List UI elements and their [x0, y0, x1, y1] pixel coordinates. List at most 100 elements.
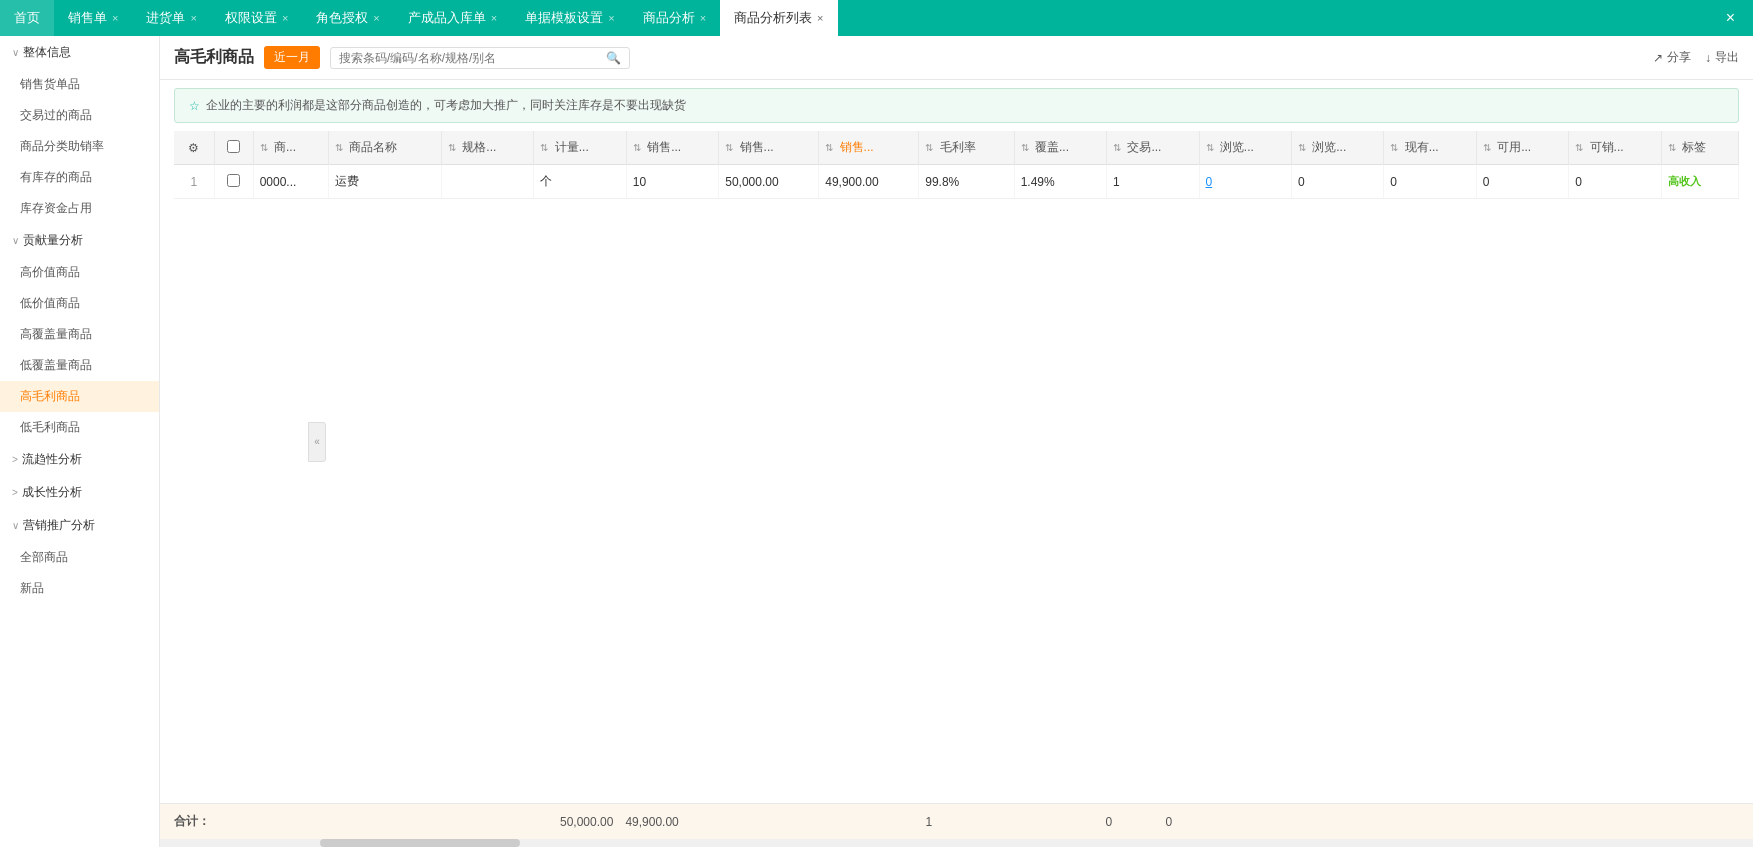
sort-icon-14: ⇅	[1483, 142, 1491, 153]
table-row: 1 0000... 运费	[174, 165, 1739, 199]
nav-purchase[interactable]: 进货单 ×	[132, 0, 210, 36]
sidebar-item-sales-goods[interactable]: 销售货单品	[0, 69, 159, 100]
col-transactions[interactable]: ⇅ 交易...	[1107, 131, 1199, 165]
sidebar-item-traded-goods[interactable]: 交易过的商品	[0, 100, 159, 131]
row-name: 运费	[328, 165, 441, 199]
sidebar-item-high-margin[interactable]: 高毛利商品	[0, 381, 159, 412]
table-header-row: ⚙ ⇅ 商... ⇅ 商品名称	[174, 131, 1739, 165]
sort-icon-8: ⇅	[925, 142, 933, 153]
col-current[interactable]: ⇅ 现有...	[1384, 131, 1476, 165]
close-all-tabs[interactable]: ×	[1718, 9, 1743, 27]
footer-cell-6: 50,000.00	[554, 815, 619, 829]
col-sales1[interactable]: ⇅ 销售...	[626, 131, 718, 165]
row-checkbox[interactable]	[227, 174, 240, 187]
sort-icon-10: ⇅	[1113, 142, 1121, 153]
header-actions: ↗ 分享 ↓ 导出	[1653, 49, 1739, 66]
export-button[interactable]: ↓ 导出	[1705, 49, 1739, 66]
sidebar-group-trend[interactable]: > 流趋性分析	[0, 443, 159, 476]
col-gross[interactable]: ⇅ 毛利率	[919, 131, 1014, 165]
sidebar-item-high-coverage[interactable]: 高覆盖量商品	[0, 319, 159, 350]
row-checkbox-cell[interactable]	[214, 165, 253, 199]
export-icon: ↓	[1705, 51, 1711, 65]
row-unit: 个	[534, 165, 626, 199]
row-sales1: 10	[626, 165, 718, 199]
col-tag[interactable]: ⇅ 标签	[1661, 131, 1738, 165]
close-analysis-tab[interactable]: ×	[700, 12, 706, 24]
content-area: « 高毛利商品 近一月 🔍 ↗ 分享 ↓ 导出 ☆	[160, 36, 1753, 847]
main-layout: ∨ 整体信息 销售货单品 交易过的商品 商品分类助销率 有库存的商品 库存资金占…	[0, 36, 1753, 847]
horizontal-scrollbar[interactable]	[160, 839, 1753, 847]
sidebar-item-high-value[interactable]: 高价值商品	[0, 257, 159, 288]
col-checkbox[interactable]	[214, 131, 253, 165]
footer-cell-11: 1	[919, 815, 979, 829]
col-spec[interactable]: ⇅ 规格...	[442, 131, 534, 165]
col-settings[interactable]: ⚙	[174, 131, 214, 165]
sort-icon-9: ⇅	[1021, 142, 1029, 153]
nav-permissions[interactable]: 权限设置 ×	[211, 0, 302, 36]
col-sales2[interactable]: ⇅ 销售...	[719, 131, 819, 165]
sidebar-group-marketing[interactable]: ∨ 营销推广分析	[0, 509, 159, 542]
search-icon[interactable]: 🔍	[606, 51, 621, 65]
sidebar-collapse-button[interactable]: «	[308, 422, 326, 462]
share-icon: ↗	[1653, 51, 1663, 65]
sidebar-item-in-stock[interactable]: 有库存的商品	[0, 162, 159, 193]
col-sales3[interactable]: ⇅ 销售...	[819, 131, 919, 165]
col-coverage[interactable]: ⇅ 覆盖...	[1014, 131, 1106, 165]
close-permissions-tab[interactable]: ×	[282, 12, 288, 24]
sidebar-item-category-rate[interactable]: 商品分类助销率	[0, 131, 159, 162]
close-template-tab[interactable]: ×	[608, 12, 614, 24]
sort-icon-15: ⇅	[1575, 142, 1583, 153]
nav-warehouse[interactable]: 产成品入库单 ×	[394, 0, 511, 36]
row-browse1[interactable]: 0	[1199, 165, 1291, 199]
row-current: 0	[1384, 165, 1476, 199]
sidebar-item-new-goods[interactable]: 新品	[0, 573, 159, 604]
close-analysis-list-tab[interactable]: ×	[817, 12, 823, 24]
close-sales-tab[interactable]: ×	[112, 12, 118, 24]
sidebar-item-all-goods[interactable]: 全部商品	[0, 542, 159, 573]
col-browse2[interactable]: ⇅ 浏览...	[1291, 131, 1383, 165]
chevron-down-icon-3: ∨	[12, 520, 19, 531]
col-unit[interactable]: ⇅ 计量...	[534, 131, 626, 165]
select-all-checkbox[interactable]	[227, 140, 240, 153]
search-input[interactable]	[339, 51, 601, 65]
row-code: 0000...	[253, 165, 328, 199]
search-box[interactable]: 🔍	[330, 47, 630, 69]
row-tag: 高收入	[1661, 165, 1738, 199]
row-browse2: 0	[1291, 165, 1383, 199]
table-container: ⚙ ⇅ 商... ⇅ 商品名称	[174, 131, 1739, 803]
sidebar-group-overview[interactable]: ∨ 整体信息	[0, 36, 159, 69]
nav-analysis-list[interactable]: 商品分析列表 ×	[720, 0, 837, 36]
sidebar-group-contribution[interactable]: ∨ 贡献量分析	[0, 224, 159, 257]
close-purchase-tab[interactable]: ×	[190, 12, 196, 24]
sidebar-item-low-value[interactable]: 低价值商品	[0, 288, 159, 319]
col-saleable[interactable]: ⇅ 可销...	[1569, 131, 1661, 165]
scrollbar-thumb[interactable]	[320, 839, 520, 847]
close-roles-tab[interactable]: ×	[373, 12, 379, 24]
sort-icon-16: ⇅	[1668, 142, 1676, 153]
nav-sales[interactable]: 销售单 ×	[54, 0, 132, 36]
col-code[interactable]: ⇅ 商...	[253, 131, 328, 165]
footer-cell-7: 49,900.00	[619, 815, 709, 829]
col-name[interactable]: ⇅ 商品名称	[328, 131, 441, 165]
nav-roles[interactable]: 角色授权 ×	[302, 0, 393, 36]
nav-template[interactable]: 单据模板设置 ×	[511, 0, 628, 36]
col-available[interactable]: ⇅ 可用...	[1476, 131, 1568, 165]
collapse-icon: «	[314, 436, 320, 447]
chevron-down-icon: ∨	[12, 47, 19, 58]
sort-icon-3: ⇅	[448, 142, 456, 153]
sidebar-item-low-coverage[interactable]: 低覆盖量商品	[0, 350, 159, 381]
sidebar-group-growth[interactable]: > 成长性分析	[0, 476, 159, 509]
sort-icon-6: ⇅	[725, 142, 733, 153]
close-warehouse-tab[interactable]: ×	[491, 12, 497, 24]
alert-text: 企业的主要的利润都是这部分商品创造的，可考虑加大推广，同时关注库存是不要出现缺货	[206, 97, 686, 114]
row-coverage: 1.49%	[1014, 165, 1106, 199]
nav-home[interactable]: 首页	[0, 0, 54, 36]
filter-month-button[interactable]: 近一月	[264, 46, 320, 69]
sidebar-item-low-margin[interactable]: 低毛利商品	[0, 412, 159, 443]
nav-analysis[interactable]: 商品分析 ×	[629, 0, 720, 36]
sidebar-item-stock-capital[interactable]: 库存资金占用	[0, 193, 159, 224]
sort-icon-12: ⇅	[1298, 142, 1306, 153]
col-browse1[interactable]: ⇅ 浏览...	[1199, 131, 1291, 165]
share-button[interactable]: ↗ 分享	[1653, 49, 1691, 66]
top-navigation: 首页 销售单 × 进货单 × 权限设置 × 角色授权 × 产成品入库单 × 单据…	[0, 0, 1753, 36]
